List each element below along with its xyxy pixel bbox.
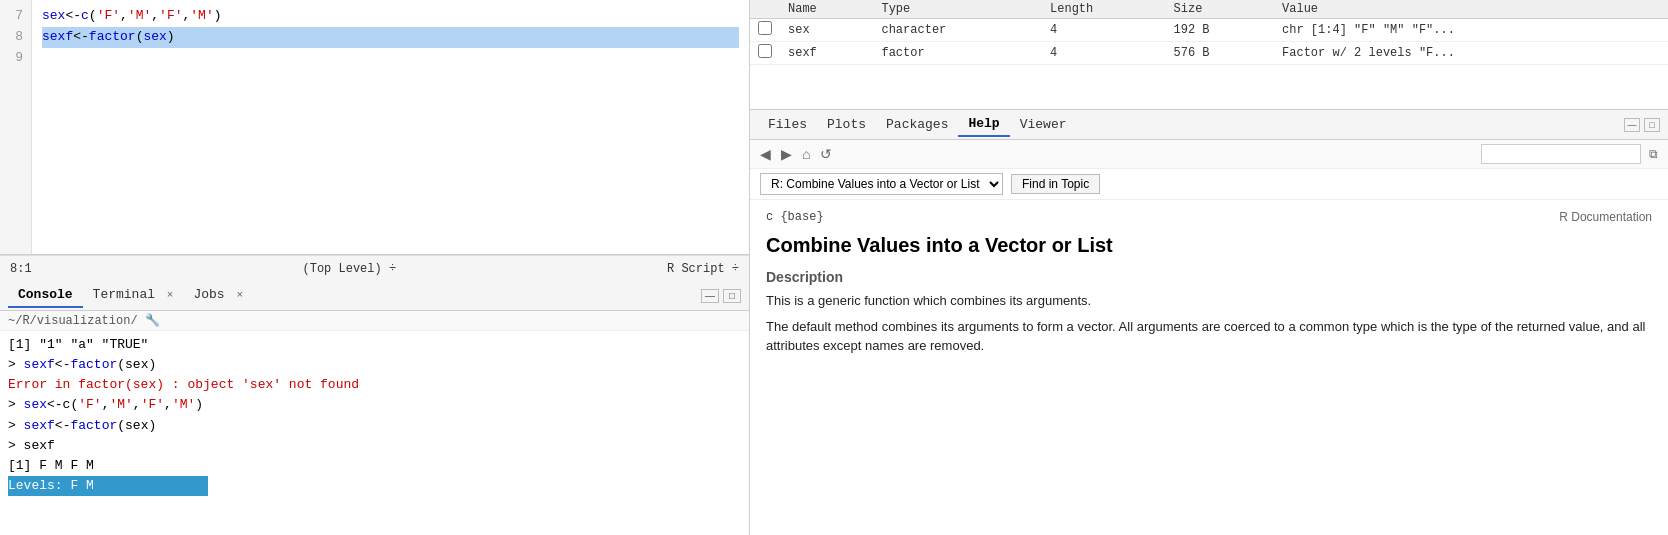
package-reference: c {base}: [766, 210, 1652, 224]
tab-packages[interactable]: Packages: [876, 113, 958, 136]
tab-jobs[interactable]: Jobs ×: [183, 283, 253, 308]
env-row-sexf-length: 4: [1042, 42, 1166, 65]
console-line-2: > sexf<-factor(sex): [8, 355, 741, 375]
console-line-5: > sexf<-factor(sex): [8, 416, 741, 436]
tab-plots[interactable]: Plots: [817, 113, 876, 136]
console-line-8: Levels: F M: [8, 476, 741, 496]
home-btn[interactable]: ⌂: [800, 146, 812, 162]
tab-files[interactable]: Files: [758, 113, 817, 136]
env-col-length: Length: [1042, 0, 1166, 19]
script-type: R Script ÷: [667, 262, 739, 276]
env-row-sexf-type: factor: [873, 42, 1042, 65]
env-col-checkbox: [750, 0, 780, 19]
console-header: ~/R/visualization/ 🔧: [0, 311, 749, 331]
help-external-icon[interactable]: ⧉: [1647, 147, 1660, 161]
find-in-topic-btn[interactable]: Find in Topic: [1011, 174, 1100, 194]
env-row-sexf-value: Factor w/ 2 levels "F...: [1274, 42, 1668, 65]
r-documentation-label: R Documentation: [1559, 210, 1652, 224]
tab-console[interactable]: Console: [8, 283, 83, 308]
env-row-sex[interactable]: sex character 4 192 B chr [1:4] "F" "M" …: [750, 19, 1668, 42]
env-row-sex-size: 192 B: [1166, 19, 1275, 42]
help-description-para-2: The default method combines its argument…: [766, 317, 1652, 356]
help-maximize-btn[interactable]: □: [1644, 118, 1660, 132]
help-tabs-bar: Files Plots Packages Help Viewer — □: [750, 110, 1668, 140]
help-doc-title: Combine Values into a Vector or List: [766, 234, 1652, 257]
console-controls: — □: [701, 289, 741, 303]
code-line-8: sexf<-factor(sex): [42, 27, 739, 48]
tab-viewer[interactable]: Viewer: [1010, 113, 1077, 136]
tab-terminal[interactable]: Terminal ×: [83, 283, 184, 308]
console-maximize-btn[interactable]: □: [723, 289, 741, 303]
env-row-sex-length: 4: [1042, 19, 1166, 42]
line-num-7: 7: [8, 6, 23, 27]
top-level: (Top Level) ÷: [302, 262, 396, 276]
code-line-7: sex<-c('F','M','F','M'): [42, 6, 739, 27]
help-section-description-title: Description: [766, 269, 1652, 285]
cursor-position: 8:1: [10, 262, 32, 276]
console-tabs-bar: Console Terminal × Jobs × — □: [0, 281, 749, 311]
help-topic-select[interactable]: R: Combine Values into a Vector or List: [760, 173, 1003, 195]
status-bar: 8:1 (Top Level) ÷ R Script ÷: [0, 255, 749, 281]
help-minimize-btn[interactable]: —: [1624, 118, 1640, 132]
terminal-close-icon[interactable]: ×: [167, 289, 174, 301]
left-panel: 7 8 9 sex<-c('F','M','F','M') sexf<-fact…: [0, 0, 750, 535]
env-col-value: Value: [1274, 0, 1668, 19]
line-num-9: 9: [8, 48, 23, 69]
console-line-1: [1] "1" "a" "TRUE": [8, 335, 741, 355]
env-row-sexf-name: sexf: [780, 42, 873, 65]
console-path: ~/R/visualization/ 🔧: [8, 313, 160, 328]
environment-table: Name Type Length Size Value sex characte…: [750, 0, 1668, 65]
code-content[interactable]: sex<-c('F','M','F','M') sexf<-factor(sex…: [32, 0, 749, 254]
console-minimize-btn[interactable]: —: [701, 289, 719, 303]
env-row-sexf[interactable]: sexf factor 4 576 B Factor w/ 2 levels "…: [750, 42, 1668, 65]
help-controls: — □: [1624, 118, 1660, 132]
back-btn[interactable]: ◀: [758, 146, 773, 162]
code-editor: 7 8 9 sex<-c('F','M','F','M') sexf<-fact…: [0, 0, 749, 255]
help-description-para-1: This is a generic function which combine…: [766, 291, 1652, 311]
console-line-3: Error in factor(sex) : object 'sex' not …: [8, 375, 741, 395]
env-row-sexf-checkbox[interactable]: [750, 42, 780, 65]
help-search-input[interactable]: [1481, 144, 1641, 164]
environment-panel: Name Type Length Size Value sex characte…: [750, 0, 1668, 110]
refresh-btn[interactable]: ↺: [818, 146, 834, 162]
console-line-6: > sexf: [8, 436, 741, 456]
env-col-type: Type: [873, 0, 1042, 19]
line-numbers: 7 8 9: [0, 0, 32, 254]
env-col-name: Name: [780, 0, 873, 19]
code-line-9: [42, 48, 739, 69]
jobs-close-icon[interactable]: ×: [236, 289, 243, 301]
help-navigation: ◀ ▶ ⌂ ↺ ⧉: [750, 140, 1668, 169]
env-row-sexf-size: 576 B: [1166, 42, 1275, 65]
console-output[interactable]: [1] "1" "a" "TRUE" > sexf<-factor(sex) E…: [0, 331, 749, 535]
env-row-sex-checkbox[interactable]: [750, 19, 780, 42]
help-content: R Documentation c {base} Combine Values …: [750, 200, 1668, 535]
env-row-sex-name: sex: [780, 19, 873, 42]
line-num-8: 8: [8, 27, 23, 48]
console-line-4: > sex<-c('F','M','F','M'): [8, 395, 741, 415]
env-row-sex-type: character: [873, 19, 1042, 42]
console-line-7: [1] F M F M: [8, 456, 741, 476]
tab-help[interactable]: Help: [958, 112, 1009, 137]
forward-btn[interactable]: ▶: [779, 146, 794, 162]
console-panel: Console Terminal × Jobs × — □ ~/R/visual…: [0, 281, 749, 535]
env-col-size: Size: [1166, 0, 1275, 19]
env-row-sex-value: chr [1:4] "F" "M" "F"...: [1274, 19, 1668, 42]
help-dropdown-row: R: Combine Values into a Vector or List …: [750, 169, 1668, 200]
right-panel: Name Type Length Size Value sex characte…: [750, 0, 1668, 535]
